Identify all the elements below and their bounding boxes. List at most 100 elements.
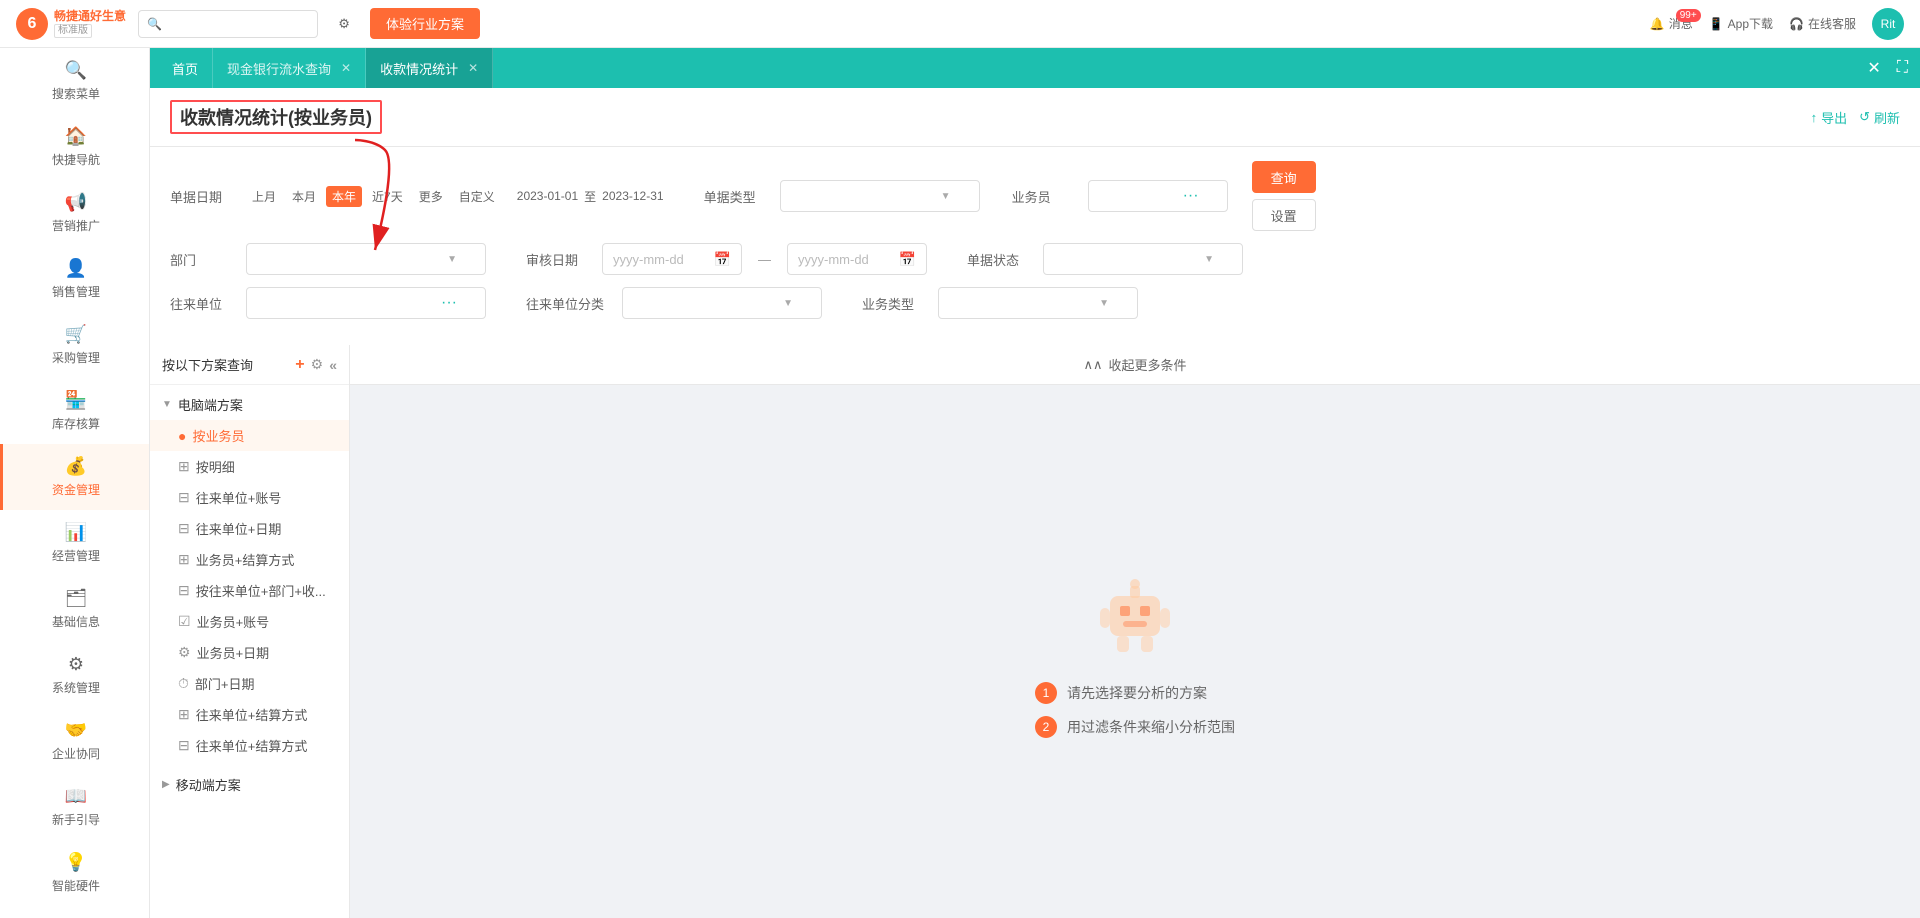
counterpart-more[interactable]: ··· [441, 294, 457, 312]
scheme-header-actions: + ⚙ « [295, 356, 337, 374]
search-bar[interactable]: 🔍 [138, 10, 318, 38]
sidebar-item-purchase[interactable]: 🛒 采购管理 [0, 312, 149, 378]
calendar-icon-from[interactable]: 📅 [714, 251, 731, 268]
review-date-from[interactable]: yyyy-mm-dd 📅 [602, 243, 742, 275]
sidebar-item-search[interactable]: 🔍 搜索菜单 [0, 48, 149, 114]
scheme-item-icon-detail: ⊞ [178, 458, 190, 475]
tab-bank-flow-close[interactable]: ✕ [341, 61, 351, 75]
bill-type-chevron: ▼ [941, 191, 951, 202]
review-date-to[interactable]: yyyy-mm-dd 📅 [787, 243, 927, 275]
dept-select[interactable]: ▼ [246, 243, 486, 275]
search-icon: 🔍 [147, 17, 162, 31]
sidebar-item-wechat[interactable]: 💬 企业微信 [0, 906, 149, 918]
sidebar: 🔍 搜索菜单 🏠 快捷导航 📢 营销推广 👤 销售管理 🛒 采购管理 🏪 库存核… [0, 48, 150, 918]
bill-type-select[interactable]: ▼ [780, 180, 980, 212]
refresh-label: 刷新 [1874, 108, 1900, 127]
scheme-item-salesperson-date[interactable]: ⚙ 业务员+日期 [150, 637, 349, 668]
date-more[interactable]: 更多 [413, 186, 449, 207]
scheme-item-counterpart-dept-recv[interactable]: ⊟ 按往来单位+部门+收... [150, 575, 349, 606]
tab-home-label: 首页 [172, 59, 198, 78]
counterpart-type-select[interactable]: ▼ [622, 287, 822, 319]
scheme-group-mobile-header[interactable]: ▶ 移动端方案 [150, 769, 349, 800]
refresh-btn[interactable]: ↺ 刷新 [1859, 108, 1900, 127]
scheme-item-counterpart-settlement2[interactable]: ⊟ 往来单位+结算方式 [150, 730, 349, 761]
tab-home[interactable]: 首页 [158, 48, 213, 88]
sidebar-item-finance[interactable]: 💰 资金管理 [0, 444, 149, 510]
app-download-label: App下载 [1728, 15, 1773, 32]
scheme-item-by-detail[interactable]: ⊞ 按明细 [150, 451, 349, 482]
empty-tip-1: 1 请先选择要分析的方案 [1035, 682, 1235, 704]
scheme-settings-btn[interactable]: ⚙ [311, 356, 324, 373]
sidebar-item-basic[interactable]: 🗂 基础信息 [0, 576, 149, 642]
tab-window-close[interactable]: ✕ [1863, 54, 1884, 82]
sidebar-item-sales[interactable]: 👤 销售管理 [0, 246, 149, 312]
scheme-item-icon-cdr: ⊟ [178, 582, 190, 599]
sidebar-item-operation[interactable]: 📊 经营管理 [0, 510, 149, 576]
date-from: 2023-01-01 [517, 189, 578, 203]
sidebar-item-guide[interactable]: 📖 新手引导 [0, 774, 149, 840]
filter-rows-wrapper: 单据日期 上月 本月 本年 近7天 更多 自定义 2023-01-01 [170, 161, 1900, 331]
guide-icon: 📖 [65, 786, 87, 807]
dept-label: 部门 [170, 250, 230, 269]
sidebar-label-smart-hw: 智能硬件 [52, 877, 100, 894]
scheme-group-pc: ▼ 电脑端方案 ● 按业务员 ⊞ 按明细 ⊟ 往 [150, 385, 349, 765]
tab-receipt-stat-label: 收款情况统计 [380, 59, 458, 78]
sidebar-item-enterprise[interactable]: 🤝 企业协同 [0, 708, 149, 774]
sidebar-item-shortcut[interactable]: 🏠 快捷导航 [0, 114, 149, 180]
scheme-item-icon-ca: ⊟ [178, 489, 190, 506]
date-this-year[interactable]: 本年 [326, 186, 362, 207]
calendar-icon-to[interactable]: 📅 [899, 251, 916, 268]
bill-status-label: 单据状态 [967, 250, 1027, 269]
scheme-add-btn[interactable]: + [295, 356, 304, 374]
scheme-collapse-btn[interactable]: « [329, 357, 337, 373]
sidebar-label-enterprise: 企业协同 [52, 745, 100, 762]
date-custom[interactable]: 自定义 [453, 186, 501, 207]
date-last-month[interactable]: 上月 [246, 186, 282, 207]
salesperson-more[interactable]: ··· [1183, 187, 1199, 205]
scheme-item-dept-date[interactable]: ⏱ 部门+日期 [150, 668, 349, 699]
tab-receipt-stat-close[interactable]: ✕ [468, 61, 478, 75]
scheme-group-pc-header[interactable]: ▼ 电脑端方案 [150, 389, 349, 420]
tab-window-expand[interactable]: ⛶ [1893, 55, 1912, 81]
messages-badge: 99+ [1676, 9, 1701, 22]
export-btn[interactable]: ↑ 导出 [1811, 108, 1848, 127]
scheme-item-icon-cs2: ⊟ [178, 737, 190, 754]
biz-type-select[interactable]: ▼ [938, 287, 1138, 319]
scheme-item-salesperson-account[interactable]: ☑ 业务员+账号 [150, 606, 349, 637]
scheme-item-by-salesperson[interactable]: ● 按业务员 [150, 420, 349, 451]
sidebar-item-inventory[interactable]: 🏪 库存核算 [0, 378, 149, 444]
tab-bank-flow[interactable]: 现金银行流水查询 ✕ [213, 48, 366, 88]
query-button[interactable]: 查询 [1252, 161, 1316, 193]
sidebar-item-smart-hw[interactable]: 💡 智能硬件 [0, 840, 149, 906]
bill-type-label: 单据类型 [704, 187, 764, 206]
sidebar-label-inventory: 库存核算 [52, 415, 100, 432]
online-service[interactable]: 🎧 在线客服 [1789, 15, 1856, 32]
scheme-item-label-cs2: 往来单位+结算方式 [196, 736, 308, 755]
settings-btn-header[interactable]: ⚙ [330, 10, 358, 38]
date-this-month[interactable]: 本月 [286, 186, 322, 207]
app-download[interactable]: 📱 App下载 [1709, 15, 1773, 32]
settings-button[interactable]: 设置 [1252, 199, 1316, 231]
messages-area[interactable]: 🔔 消息 99+ [1650, 15, 1693, 32]
trial-button[interactable]: 体验行业方案 [370, 8, 480, 39]
sidebar-item-marketing[interactable]: 📢 营销推广 [0, 180, 149, 246]
counterpart-select[interactable]: ··· [246, 287, 486, 319]
bill-status-select[interactable]: ▼ [1043, 243, 1243, 275]
dept-chevron: ▼ [447, 254, 457, 265]
user-avatar[interactable]: Rit [1872, 8, 1904, 40]
date-7days[interactable]: 近7天 [366, 186, 409, 207]
sidebar-item-system[interactable]: ⚙ 系统管理 [0, 642, 149, 708]
scheme-item-label-cd: 往来单位+日期 [196, 519, 282, 538]
collapse-bar[interactable]: ∧∧ 收起更多条件 [350, 345, 1920, 385]
scheme-item-icon-salesperson: ● [178, 428, 186, 444]
scheme-item-counterpart-account[interactable]: ⊟ 往来单位+账号 [150, 482, 349, 513]
data-area: ∧∧ 收起更多条件 [350, 345, 1920, 918]
sidebar-label-sales: 销售管理 [52, 283, 100, 300]
scheme-item-salesperson-settlement[interactable]: ⊞ 业务员+结算方式 [150, 544, 349, 575]
scheme-item-counterpart-settlement1[interactable]: ⊞ 往来单位+结算方式 [150, 699, 349, 730]
scheme-item-counterpart-date[interactable]: ⊟ 往来单位+日期 [150, 513, 349, 544]
tab-receipt-stat[interactable]: 收款情况统计 ✕ [366, 48, 493, 88]
biz-type-chevron: ▼ [1099, 298, 1109, 309]
salesperson-select[interactable]: ··· [1088, 180, 1228, 212]
page-actions: ↑ 导出 ↺ 刷新 [1811, 108, 1900, 127]
